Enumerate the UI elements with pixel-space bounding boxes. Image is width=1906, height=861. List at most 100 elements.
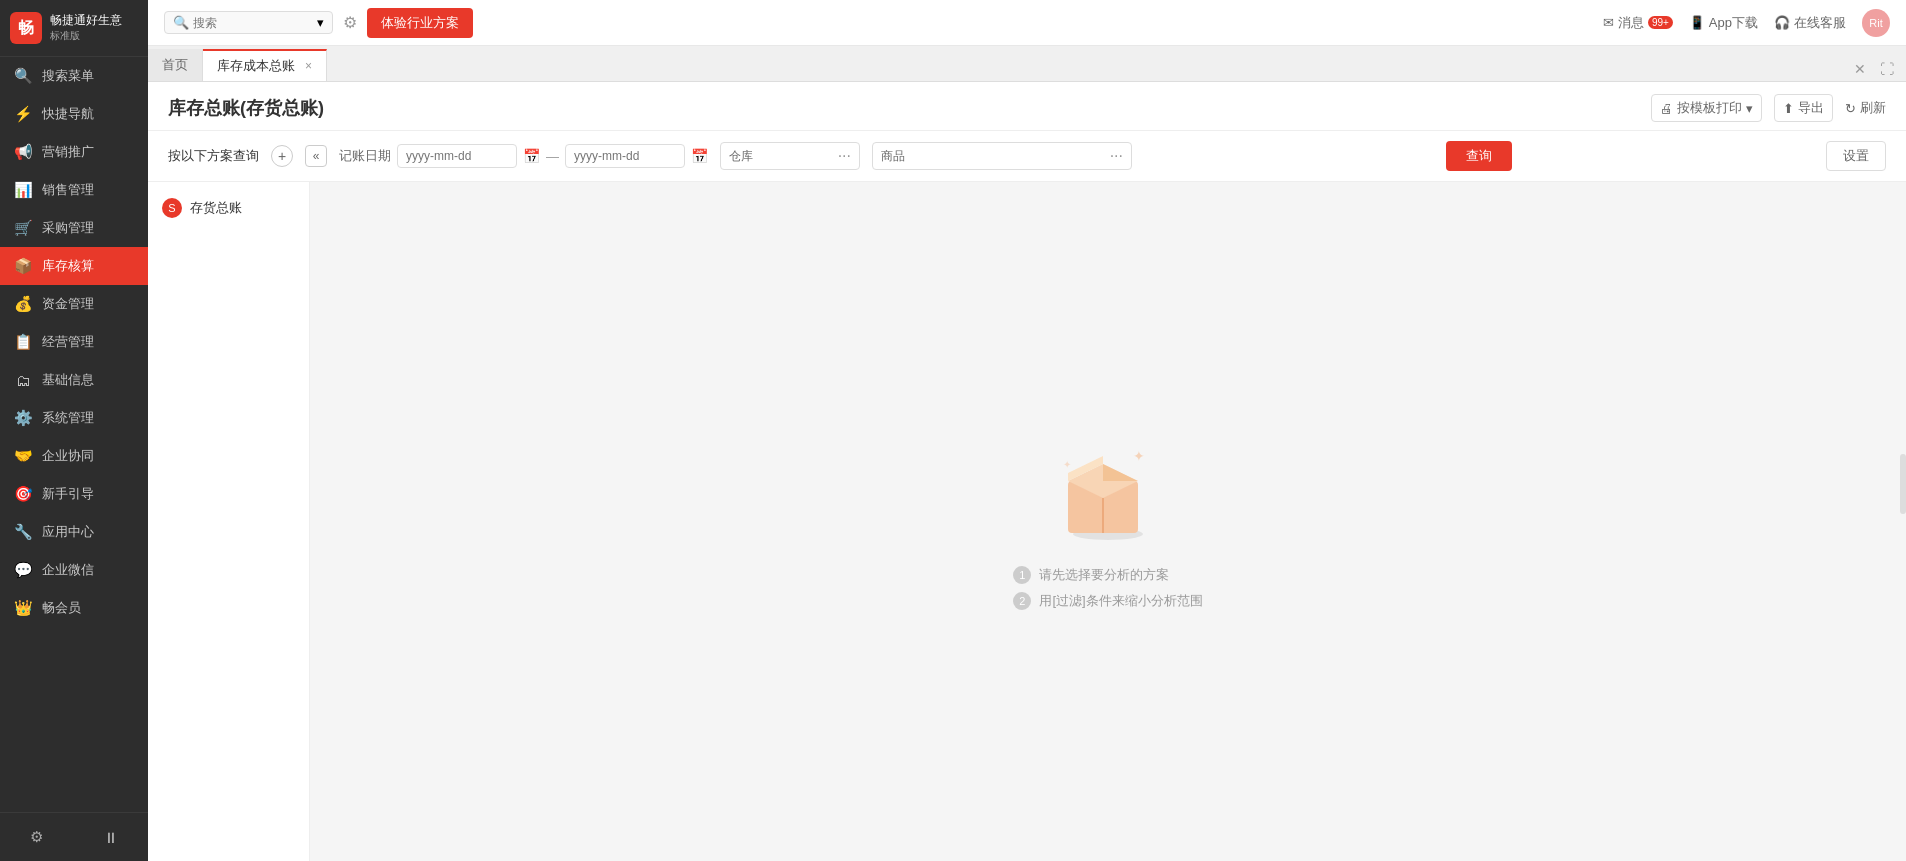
app-download-btn[interactable]: 📱 App下载 xyxy=(1689,14,1758,32)
headset-icon: 🎧 xyxy=(1774,15,1790,30)
search-input[interactable] xyxy=(193,16,313,30)
sidebar-item-label: 基础信息 xyxy=(42,371,94,389)
export-label: 导出 xyxy=(1798,99,1824,117)
query-btn[interactable]: 查询 xyxy=(1446,141,1512,171)
sidebar-item-appcenter[interactable]: 🔧 应用中心 xyxy=(0,513,148,551)
sidebar-item-newguide[interactable]: 🎯 新手引导 xyxy=(0,475,148,513)
system-icon: ⚙️ xyxy=(14,409,32,427)
sidebar-bottom: ⚙ ⏸ xyxy=(0,812,148,861)
calendar-end-icon[interactable]: 📅 xyxy=(691,148,708,164)
main-area: 🔍 ▾ ⚙ 体验行业方案 ✉ 消息 99+ 📱 App下载 🎧 在线客服 Rit xyxy=(148,0,1906,861)
sidebar-item-wechat[interactable]: 💬 企业微信 xyxy=(0,551,148,589)
settings-gear-icon[interactable]: ⚙ xyxy=(343,13,357,32)
scheme-icon: S xyxy=(162,198,182,218)
user-avatar-btn[interactable]: Rit xyxy=(1862,9,1890,37)
date-filter-field: 记账日期 📅 — 📅 xyxy=(339,144,708,168)
sidebar-item-sales[interactable]: 📊 销售管理 xyxy=(0,171,148,209)
tab-close-all-icon[interactable]: ✕ xyxy=(1850,57,1870,81)
filter-add-btn[interactable]: + xyxy=(271,145,293,167)
avatar: Rit xyxy=(1862,9,1890,37)
topbar-right: ✉ 消息 99+ 📱 App下载 🎧 在线客服 Rit xyxy=(1603,9,1890,37)
purchase-icon: 🛒 xyxy=(14,219,32,237)
sidebar-item-inventory[interactable]: 📦 库存核算 xyxy=(0,247,148,285)
message-btn[interactable]: ✉ 消息 99+ xyxy=(1603,14,1673,32)
search-dropdown-icon[interactable]: ▾ xyxy=(317,15,324,30)
calendar-start-icon[interactable]: 📅 xyxy=(523,148,540,164)
sidebar-item-system[interactable]: ⚙️ 系统管理 xyxy=(0,399,148,437)
warehouse-select[interactable]: 仓库 ··· xyxy=(720,142,860,170)
scheme-item-inventory-ledger[interactable]: S 存货总账 xyxy=(148,190,309,226)
warehouse-more-icon[interactable]: ··· xyxy=(838,147,851,165)
search-box[interactable]: 🔍 ▾ xyxy=(164,11,333,34)
goods-select[interactable]: 商品 ··· xyxy=(872,142,1132,170)
sidebar-item-marketing[interactable]: 📢 营销推广 xyxy=(0,133,148,171)
online-service-btn[interactable]: 🎧 在线客服 xyxy=(1774,14,1846,32)
filter-collapse-btn[interactable]: « xyxy=(305,145,327,167)
print-btn[interactable]: 🖨 按模板打印 ▾ xyxy=(1651,94,1762,122)
message-icon: ✉ xyxy=(1603,15,1614,30)
search-icon: 🔍 xyxy=(173,15,189,30)
logo-text-block: 畅捷通好生意 标准版 xyxy=(50,13,122,43)
filter-bar: 按以下方案查询 + « 记账日期 📅 — 📅 仓库 ··· 商品 ··· 查询 … xyxy=(148,131,1906,182)
date-end-input[interactable] xyxy=(565,144,685,168)
scheme-sidebar: S 存货总账 xyxy=(148,182,310,861)
sidebar-item-operation[interactable]: 📋 经营管理 xyxy=(0,323,148,361)
empty-illustration: ✦ ✦ xyxy=(1048,426,1168,546)
sidebar-item-label: 应用中心 xyxy=(42,523,94,541)
sidebar-item-search[interactable]: 🔍 搜索菜单 xyxy=(0,57,148,95)
tab-home[interactable]: 首页 xyxy=(148,49,203,81)
search-menu-icon: 🔍 xyxy=(14,67,32,85)
goods-more-icon[interactable]: ··· xyxy=(1110,147,1123,165)
message-badge: 99+ xyxy=(1648,16,1673,29)
date-separator: — xyxy=(546,149,559,164)
tab-expand-icon[interactable]: ⛶ xyxy=(1876,57,1898,81)
appcenter-icon: 🔧 xyxy=(14,523,32,541)
refresh-btn[interactable]: ↻ 刷新 xyxy=(1845,99,1886,117)
print-dropdown-icon[interactable]: ▾ xyxy=(1746,101,1753,116)
sidebar-item-purchase[interactable]: 🛒 采购管理 xyxy=(0,209,148,247)
tab-inventory-ledger[interactable]: 库存成本总账 × xyxy=(203,49,327,81)
sidebar-item-label: 销售管理 xyxy=(42,181,94,199)
marketing-icon: 📢 xyxy=(14,143,32,161)
sidebar-item-label: 经营管理 xyxy=(42,333,94,351)
tabbar: 首页 库存成本总账 × ✕ ⛶ xyxy=(148,46,1906,82)
phone-icon: 📱 xyxy=(1689,15,1705,30)
warehouse-label: 仓库 xyxy=(729,148,753,165)
online-service-label: 在线客服 xyxy=(1794,14,1846,32)
settings-btn[interactable]: 设置 xyxy=(1826,141,1886,171)
sidebar-item-label: 采购管理 xyxy=(42,219,94,237)
export-icon: ⬆ xyxy=(1783,101,1794,116)
sidebar-item-enterprise[interactable]: 🤝 企业协同 xyxy=(0,437,148,475)
sidebar-collapse-btn[interactable]: ⏸ xyxy=(98,824,123,851)
sidebar-item-quicknav[interactable]: ⚡ 快捷导航 xyxy=(0,95,148,133)
tab-close-icon[interactable]: × xyxy=(305,59,312,73)
scroll-handle[interactable] xyxy=(1900,454,1906,514)
empty-hint-2: 2 用[过滤]条件来缩小分析范围 xyxy=(1013,592,1202,610)
main-body: S 存货总账 xyxy=(148,182,1906,861)
scheme-item-label: 存货总账 xyxy=(190,199,242,217)
topbar: 🔍 ▾ ⚙ 体验行业方案 ✉ 消息 99+ 📱 App下载 🎧 在线客服 Rit xyxy=(148,0,1906,46)
refresh-icon: ↻ xyxy=(1845,101,1856,116)
message-label: 消息 xyxy=(1618,14,1644,32)
app-version: 标准版 xyxy=(50,29,122,43)
sidebar-settings-btn[interactable]: ⚙ xyxy=(25,823,48,851)
sidebar-item-label: 系统管理 xyxy=(42,409,94,427)
sidebar-item-member[interactable]: 👑 畅会员 xyxy=(0,589,148,627)
app-name: 畅捷通好生意 xyxy=(50,13,122,29)
quicknav-icon: ⚡ xyxy=(14,105,32,123)
page-title: 库存总账(存货总账) xyxy=(168,96,324,120)
sidebar-item-basic[interactable]: 🗂 基础信息 xyxy=(0,361,148,399)
enterprise-icon: 🤝 xyxy=(14,447,32,465)
refresh-label: 刷新 xyxy=(1860,99,1886,117)
date-start-input[interactable] xyxy=(397,144,517,168)
industry-btn[interactable]: 体验行业方案 xyxy=(367,8,473,38)
sidebar-item-finance[interactable]: 💰 资金管理 xyxy=(0,285,148,323)
export-btn[interactable]: ⬆ 导出 xyxy=(1774,94,1833,122)
sidebar-item-label: 企业微信 xyxy=(42,561,94,579)
svg-text:✦: ✦ xyxy=(1063,459,1071,470)
sidebar-item-label: 畅会员 xyxy=(42,599,81,617)
logo-icon: 畅 xyxy=(10,12,42,44)
sidebar-item-label: 搜索菜单 xyxy=(42,67,94,85)
svg-marker-3 xyxy=(1103,464,1138,481)
goods-label: 商品 xyxy=(881,148,905,165)
